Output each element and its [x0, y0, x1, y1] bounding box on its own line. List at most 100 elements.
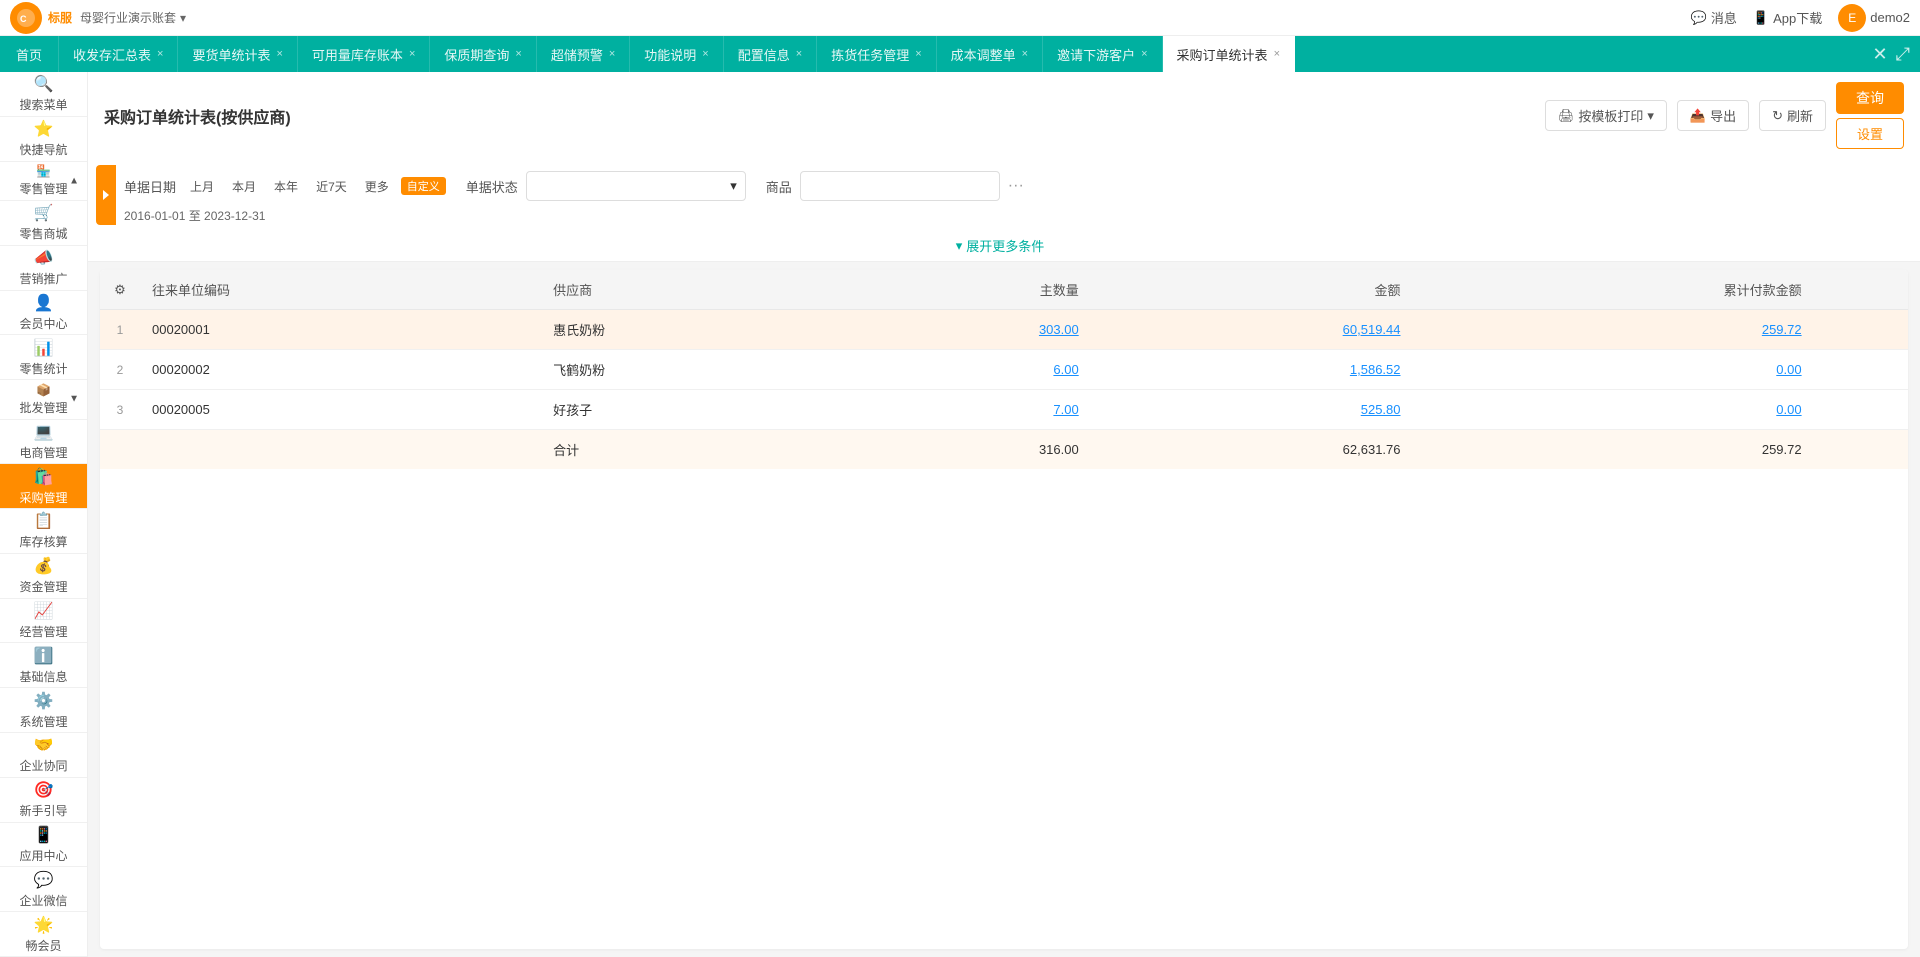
app-center-icon: 📱 [34, 825, 54, 845]
sidebar-item-enterprise[interactable]: 🤝 企业协同 [0, 733, 87, 778]
vip-icon: 🌟 [34, 915, 54, 935]
shop-icon: 🛒 [34, 203, 54, 223]
table-body: 1 00020001 惠氏奶粉 303.00 60,519.44 259.72 … [100, 310, 1908, 430]
footer-label [140, 430, 541, 470]
sidebar-item-guide[interactable]: 🎯 新手引导 [0, 778, 87, 823]
sidebar-inventory-label: 库存核算 [19, 533, 67, 550]
goods-more-icon[interactable]: ··· [1008, 177, 1024, 195]
sidebar-item-wechat[interactable]: 💬 企业微信 [0, 867, 87, 912]
sidebar-item-marketing[interactable]: 📣 营销推广 [0, 246, 87, 291]
tab-yaoqing-close[interactable]: × [1141, 48, 1147, 60]
status-select[interactable]: ▾ [526, 171, 746, 201]
row3-qty[interactable]: 7.00 [840, 390, 1091, 430]
sidebar-item-operations[interactable]: 📈 经营管理 [0, 599, 87, 644]
shortcut-this-year[interactable]: 本年 [268, 176, 304, 197]
expand-tabs-icon[interactable]: ⤢ [1896, 44, 1910, 65]
query-btn[interactable]: 查询 [1836, 82, 1904, 114]
row3-paid[interactable]: 0.00 [1413, 390, 1814, 430]
top-bar: C 标服 母婴行业演示账套 ▾ 💬 消息 📱 App下载 E demo2 [0, 0, 1920, 36]
tab-kuyong-close[interactable]: × [409, 48, 415, 60]
sidebar-item-ecommerce[interactable]: 💻 电商管理 [0, 420, 87, 465]
tab-gongneng[interactable]: 功能说明 × [630, 36, 723, 72]
goods-input[interactable] [800, 171, 1000, 201]
messages-btn[interactable]: 💬 消息 [1691, 8, 1737, 27]
close-all-icon[interactable]: ✕ [1873, 44, 1888, 65]
tab-peizhi-label: 配置信息 [738, 45, 790, 64]
tab-jianhuo-close[interactable]: × [915, 48, 921, 60]
sidebar-item-nav[interactable]: ⭐ 快捷导航 [0, 117, 87, 162]
messages-label: 消息 [1711, 8, 1737, 27]
row3-amount[interactable]: 525.80 [1091, 390, 1413, 430]
app-download-btn[interactable]: 📱 App下载 [1753, 8, 1822, 27]
tab-caigou-active[interactable]: 采购订单统计表 × [1163, 36, 1295, 72]
sidebar-item-member[interactable]: 👤 会员中心 [0, 291, 87, 336]
shortcut-last-month[interactable]: 上月 [184, 176, 220, 197]
filter-inner: 单据日期 上月 本月 本年 近7天 更多 自定义 单据状态 [96, 165, 1904, 230]
sidebar-item-wholesale[interactable]: 📦 批发管理 ▼ [0, 380, 87, 419]
row2-qty[interactable]: 6.00 [840, 350, 1091, 390]
tab-chengben[interactable]: 成本调整单 × [937, 36, 1043, 72]
sidebar-item-basic-info[interactable]: ℹ️ 基础信息 [0, 643, 87, 688]
expand-more-btn[interactable]: ▾ 展开更多条件 [956, 236, 1045, 255]
tab-peizhi-close[interactable]: × [796, 48, 802, 60]
sidebar-item-inventory[interactable]: 📋 库存核算 [0, 509, 87, 554]
shortcut-this-month[interactable]: 本月 [226, 176, 262, 197]
template-print-btn[interactable]: 🖨 按模板打印 ▾ [1545, 100, 1667, 131]
footer-paid: 259.72 [1413, 430, 1814, 470]
tab-baozhi[interactable]: 保质期查询 × [430, 36, 536, 72]
template-print-arrow: ▾ [1647, 108, 1654, 124]
sidebar-item-system[interactable]: ⚙️ 系统管理 [0, 688, 87, 733]
row1-amount[interactable]: 60,519.44 [1091, 310, 1413, 350]
tab-chaochubaojing-label: 超储预警 [551, 45, 603, 64]
data-table: ⚙ 往来单位编码 供应商 主数量 金额 累计付款金额 1 00020001 惠氏… [100, 270, 1908, 469]
tab-jianhuo-label: 拣货任务管理 [831, 45, 909, 64]
export-btn[interactable]: 📤 导出 [1677, 100, 1749, 131]
row1-paid[interactable]: 259.72 [1413, 310, 1814, 350]
tab-chengben-close[interactable]: × [1022, 48, 1028, 60]
row2-paid[interactable]: 0.00 [1413, 350, 1814, 390]
template-print-label: 按模板打印 [1578, 106, 1643, 125]
sidebar-item-finance[interactable]: 💰 资金管理 [0, 554, 87, 599]
sidebar-item-retail-stats[interactable]: 📊 零售统计 [0, 335, 87, 380]
row2-amount[interactable]: 1,586.52 [1091, 350, 1413, 390]
top-bar-left: C 标服 母婴行业演示账套 ▾ [10, 2, 186, 34]
tab-jianhuo[interactable]: 拣货任务管理 × [817, 36, 936, 72]
tab-chaochubaojing[interactable]: 超储预警 × [537, 36, 630, 72]
tab-home[interactable]: 首页 [0, 36, 59, 72]
tab-gongneng-close[interactable]: × [702, 48, 708, 60]
tab-peizhi[interactable]: 配置信息 × [724, 36, 817, 72]
tab-kuyong[interactable]: 可用量库存账本 × [298, 36, 430, 72]
tab-shoufacun[interactable]: 收发存汇总表 × [59, 36, 178, 72]
sidebar-item-search[interactable]: 🔍 搜索菜单 [0, 72, 87, 117]
tab-caigou-close[interactable]: × [1274, 48, 1280, 60]
tab-yaoqing[interactable]: 邀请下游客户 × [1043, 36, 1162, 72]
tab-shoufacun-close[interactable]: × [157, 48, 163, 60]
expand-text: 展开更多条件 [966, 236, 1044, 255]
workspace-selector[interactable]: 母婴行业演示账套 ▾ [80, 9, 186, 26]
refresh-btn[interactable]: ↻ 刷新 [1759, 100, 1826, 131]
filter-fields: 单据日期 上月 本月 本年 近7天 更多 自定义 单据状态 [116, 165, 1904, 230]
sidebar-item-vip[interactable]: 🌟 畅会员 [0, 912, 87, 957]
tab-chengben-label: 成本调整单 [951, 45, 1016, 64]
query-settings-group: 查询 设置 [1836, 82, 1904, 149]
tab-yaohuo[interactable]: 要货单统计表 × [178, 36, 297, 72]
custom-tag: 自定义 [401, 177, 446, 195]
filter-collapse-btn[interactable] [96, 165, 116, 225]
row1-qty[interactable]: 303.00 [840, 310, 1091, 350]
sidebar-item-purchase[interactable]: 🛍️ 采购管理 [0, 464, 87, 509]
guide-icon: 🎯 [34, 780, 54, 800]
tab-gongneng-label: 功能说明 [644, 45, 696, 64]
tab-yaohuo-close[interactable]: × [276, 48, 282, 60]
user-btn[interactable]: E demo2 [1838, 4, 1910, 32]
tab-baozhi-close[interactable]: × [515, 48, 521, 60]
sidebar-wholesale-label: 批发管理 [19, 399, 67, 416]
sidebar-item-retail[interactable]: 🏪 零售管理 ▲ [0, 162, 87, 201]
shortcut-more[interactable]: 更多 [359, 176, 395, 197]
settings-btn[interactable]: 设置 [1836, 118, 1904, 149]
col-settings[interactable]: ⚙ [100, 270, 140, 310]
shortcut-7days[interactable]: 近7天 [310, 176, 353, 197]
sidebar-item-app-center[interactable]: 📱 应用中心 [0, 823, 87, 868]
sidebar-item-shop[interactable]: 🛒 零售商城 [0, 201, 87, 246]
tab-chaochubaojing-close[interactable]: × [609, 48, 615, 60]
page-header: 采购订单统计表(按供应商) 🖨 按模板打印 ▾ 📤 导出 ↻ 刷新 [88, 72, 1920, 157]
